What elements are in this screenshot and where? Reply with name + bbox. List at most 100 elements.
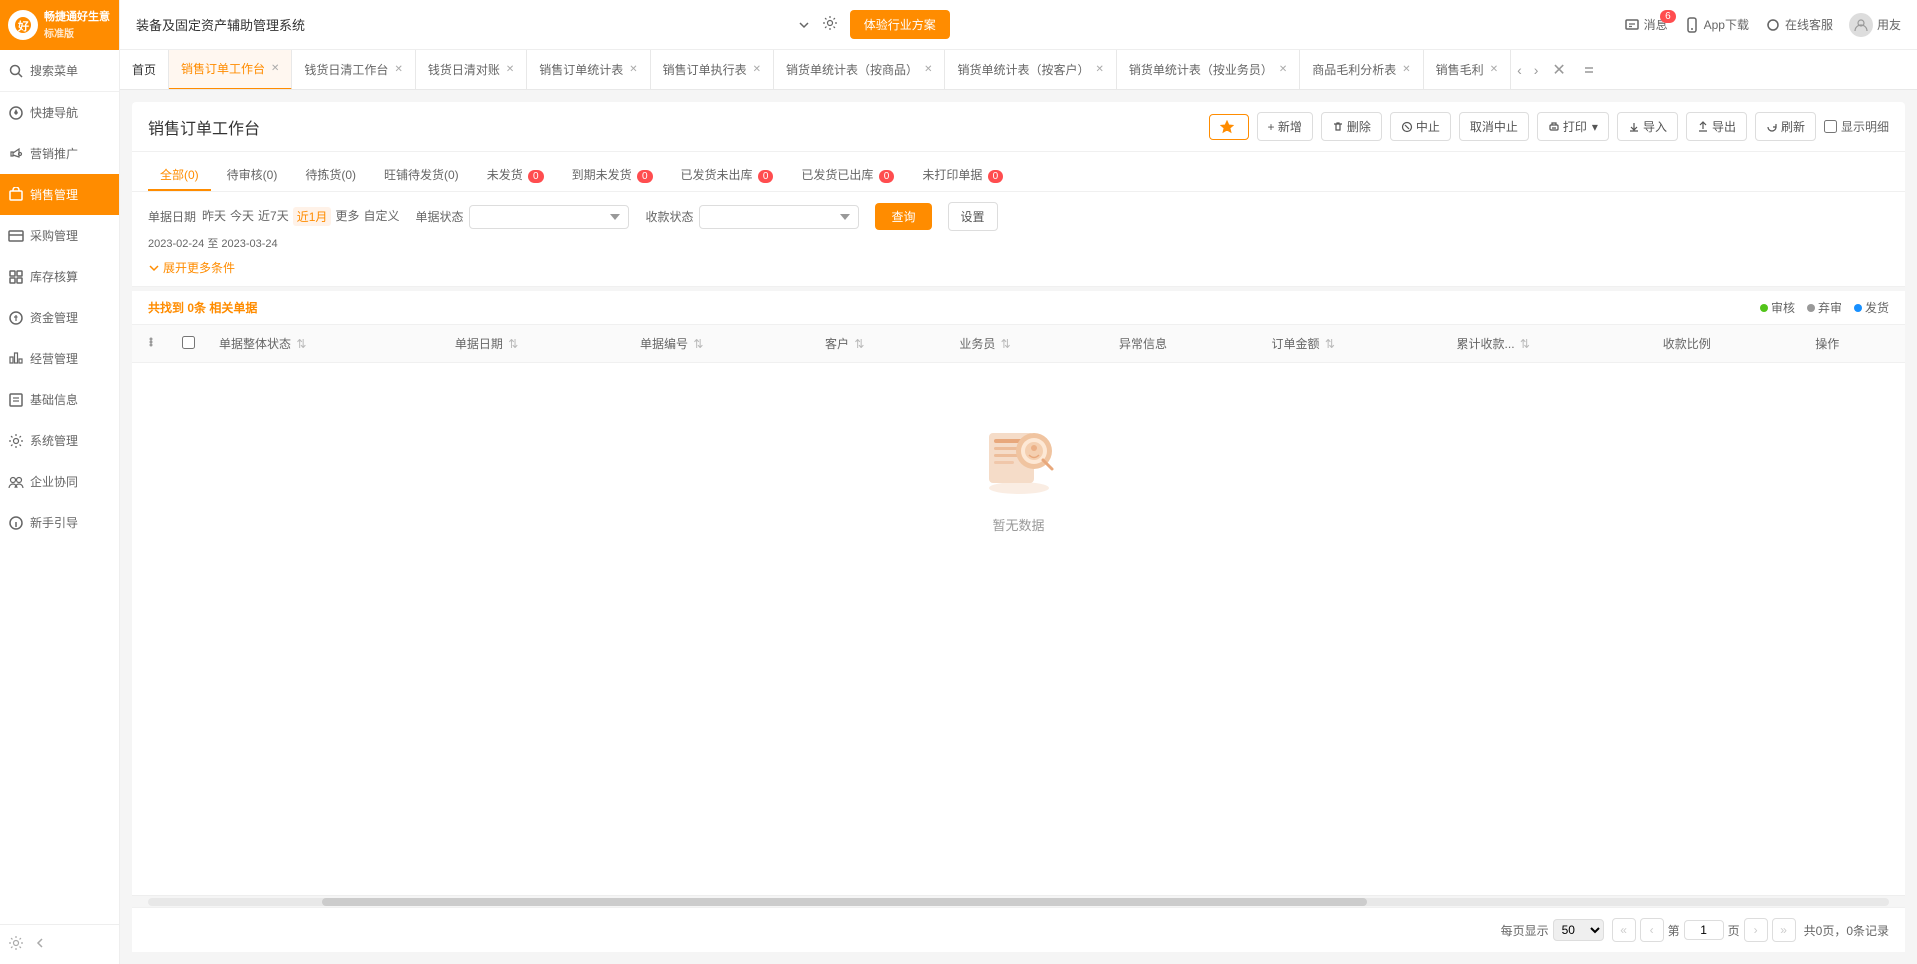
sidebar-item-sales[interactable]: 销售管理 [0,174,119,215]
filter-tab-picking[interactable]: 待拣货(0) [293,160,368,191]
shortcut-more[interactable]: 更多 [335,207,359,226]
shortcut-today[interactable]: 今天 [230,207,254,226]
filter-tab-pending-review[interactable]: 待审核(0) [215,160,290,191]
sidebar-item-purchase[interactable]: 采购管理 [0,215,119,256]
tab-cash-reconcile[interactable]: 钱货日清对账 ✕ [416,50,527,90]
col-settings-icon[interactable] [144,335,158,349]
cancel-suspend-btn[interactable]: 取消中止 [1459,112,1529,141]
import-btn[interactable]: 导入 [1617,112,1678,141]
user-menu[interactable]: 用友 [1849,13,1901,37]
settings-gear-icon[interactable] [8,935,24,954]
suspend-btn[interactable]: 中止 [1390,112,1451,141]
filter-tab-wangpu[interactable]: 旺铺待发货(0) [372,160,471,191]
filter-tab-shipped-out[interactable]: 已发货已出库 0 [789,160,906,191]
tab-sales-stats[interactable]: 销售订单统计表 ✕ [527,50,650,90]
tab-sales-staff[interactable]: 销货单统计表（按业务员） ✕ [1117,50,1300,90]
sidebar-item-baseinfo[interactable]: 基础信息 [0,379,119,420]
col-customer-sort[interactable]: ⇅ [854,337,864,351]
filter-tab-unshipped[interactable]: 未发货 0 [475,160,556,191]
tab-sales-exec[interactable]: 销售订单执行表 ✕ [651,50,774,90]
sidebar-item-cooperation[interactable]: 企业协同 [0,461,119,502]
online-service-btn[interactable]: 在线客服 [1765,16,1833,33]
pagination-next-btn[interactable]: › [1744,918,1768,942]
pagination-first-btn[interactable]: « [1612,918,1636,942]
solution-btn[interactable]: 体验行业方案 [850,10,950,39]
tab-cash-daily[interactable]: 钱货日清工作台 ✕ [292,50,415,90]
tab-sales-order-close[interactable]: ✕ [271,63,279,74]
tab-sales-staff-close[interactable]: ✕ [1279,64,1287,75]
tab-sales-goods[interactable]: 销货单统计表（按商品） ✕ [774,50,945,90]
tab-nav-prev[interactable]: ‹ [1511,50,1528,90]
tab-sales-stats-close[interactable]: ✕ [629,64,637,75]
print-dropdown[interactable]: ▾ [1592,120,1598,134]
shortcut-7days[interactable]: 近7天 [258,207,289,226]
filter-tab-shipped-not-out[interactable]: 已发货未出库 0 [669,160,786,191]
gear-settings-icon[interactable] [822,15,838,34]
horizontal-scrollbar[interactable] [132,895,1905,907]
sidebar-collapse-btn[interactable] [32,935,48,954]
messages-btn[interactable]: 消息 6 [1624,16,1668,33]
tab-expand-btn[interactable] [1574,50,1604,90]
delete-btn[interactable]: 删除 [1321,112,1382,141]
batch-review-btn[interactable]: 审核 [1760,299,1795,316]
sidebar-item-inventory[interactable]: 库存核算 [0,256,119,297]
col-staff-sort[interactable]: ⇅ [1001,337,1011,351]
select-all-checkbox[interactable] [182,336,195,349]
tab-sales-customer-close[interactable]: ✕ [1095,64,1103,75]
tab-close-all-btn[interactable]: ✕ [1544,50,1573,90]
col-status-sort[interactable]: ⇅ [296,337,306,351]
smart-create-btn[interactable] [1209,114,1249,140]
status-select[interactable] [469,205,629,229]
show-detail-input[interactable] [1824,120,1837,133]
tab-sales-order[interactable]: 销售订单工作台 ✕ [169,50,292,90]
sidebar-item-marketing[interactable]: 营销推广 [0,133,119,174]
shortcut-1month[interactable]: 近1月 [293,207,332,226]
tab-sales-exec-close[interactable]: ✕ [753,64,761,75]
sidebar-item-system[interactable]: 系统管理 [0,420,119,461]
col-date-sort[interactable]: ⇅ [508,337,518,351]
batch-ship-btn[interactable]: 发货 [1854,299,1889,316]
col-amount-sort[interactable]: ⇅ [1325,337,1335,351]
tab-sales-customer[interactable]: 销货单统计表（按客户） ✕ [945,50,1116,90]
dropdown-icon[interactable] [798,19,810,31]
sidebar-item-fund[interactable]: 资金管理 [0,297,119,338]
filter-tab-all[interactable]: 全部(0) [148,160,211,191]
page-input[interactable] [1684,920,1724,940]
pagination-last-btn[interactable]: » [1772,918,1796,942]
sidebar-item-guide[interactable]: 新手引导 [0,502,119,543]
tab-sales-margin-close[interactable]: ✕ [1490,64,1498,75]
refresh-btn[interactable]: 刷新 [1755,112,1816,141]
batch-abandon-btn[interactable]: 弃审 [1807,299,1842,316]
payment-select[interactable] [699,205,859,229]
col-number-sort[interactable]: ⇅ [693,337,703,351]
pagination-prev-btn[interactable]: ‹ [1640,918,1664,942]
shortcut-custom[interactable]: 自定义 [363,207,399,226]
tab-home[interactable]: 首页 [120,50,169,90]
app-download-btn[interactable]: App下载 [1684,16,1749,33]
sidebar-item-management[interactable]: 经营管理 [0,338,119,379]
filter-tab-unprinted[interactable]: 未打印单据 0 [910,160,1015,191]
filter-tab-overdue[interactable]: 到期未发货 0 [560,160,665,191]
tab-margin-analysis[interactable]: 商品毛利分析表 ✕ [1300,50,1423,90]
table-scroll-area[interactable]: 单据整体状态 ⇅ 单据日期 ⇅ 单据编号 ⇅ [132,325,1905,895]
tab-cash-daily-close[interactable]: ✕ [394,64,402,75]
query-btn[interactable]: 查询 [875,203,931,230]
tab-cash-reconcile-close[interactable]: ✕ [506,64,514,75]
export-btn[interactable]: 导出 [1686,112,1747,141]
shortcut-yesterday[interactable]: 昨天 [202,207,226,226]
add-btn[interactable]: + 新增 [1257,112,1313,141]
col-cumulative-sort[interactable]: ⇅ [1520,337,1530,351]
expand-conditions-btn[interactable]: 展开更多条件 [148,259,1889,276]
tab-nav-next[interactable]: › [1528,50,1545,90]
tab-sales-margin[interactable]: 销售毛利 ✕ [1424,50,1511,90]
per-page-label: 每页显示 [1501,922,1549,939]
show-detail-checkbox[interactable]: 显示明细 [1824,118,1889,135]
print-btn[interactable]: 打印 ▾ [1537,112,1609,141]
tab-sales-goods-close[interactable]: ✕ [924,64,932,75]
filter-settings-btn[interactable]: 设置 [948,202,998,231]
tab-margin-analysis-close[interactable]: ✕ [1402,64,1410,75]
sidebar-item-search[interactable]: 搜索菜单 [0,50,119,92]
per-page-select[interactable]: 50 10 20 100 [1553,919,1604,941]
scrollbar-thumb[interactable] [322,898,1367,906]
sidebar-item-quicknav[interactable]: 快捷导航 [0,92,119,133]
